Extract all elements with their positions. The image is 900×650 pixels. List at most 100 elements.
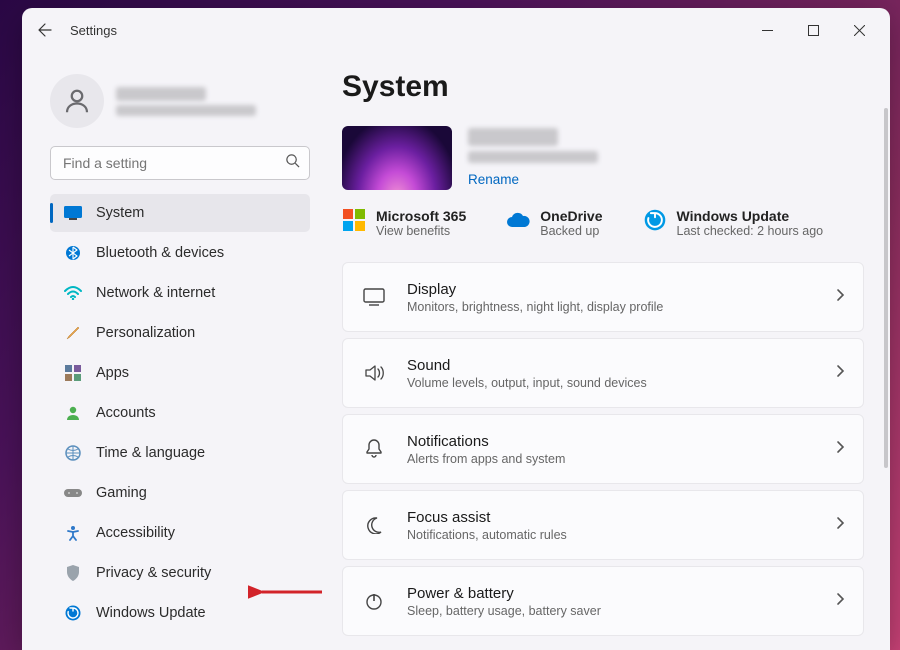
sidebar-item-label: Windows Update bbox=[96, 605, 206, 621]
card-title: Power & battery bbox=[407, 585, 836, 602]
card-notifications[interactable]: Notifications Alerts from apps and system bbox=[342, 414, 864, 484]
paintbrush-icon bbox=[64, 324, 82, 342]
person-icon bbox=[62, 86, 92, 116]
card-title: Notifications bbox=[407, 433, 836, 450]
device-hero: Rename bbox=[342, 126, 864, 190]
status-title: Windows Update bbox=[677, 208, 824, 224]
card-title: Display bbox=[407, 281, 836, 298]
sidebar-item-system[interactable]: System bbox=[50, 194, 310, 232]
globe-clock-icon bbox=[64, 444, 82, 462]
card-focus-assist[interactable]: Focus assist Notifications, automatic rul… bbox=[342, 490, 864, 560]
accounts-icon bbox=[64, 404, 82, 422]
avatar bbox=[50, 74, 104, 128]
profile-text bbox=[116, 87, 256, 116]
chevron-right-icon bbox=[836, 440, 845, 459]
window-controls bbox=[744, 14, 882, 46]
card-display[interactable]: Display Monitors, brightness, night light… bbox=[342, 262, 864, 332]
sidebar-nav: System Bluetooth & devices Network & int… bbox=[50, 194, 310, 632]
app-title: Settings bbox=[70, 23, 117, 38]
sidebar-item-label: Time & language bbox=[96, 445, 205, 461]
profile-block[interactable] bbox=[50, 74, 310, 128]
wifi-icon bbox=[64, 284, 82, 302]
sidebar-item-label: Gaming bbox=[96, 485, 147, 501]
update-status-icon bbox=[643, 208, 667, 232]
back-button[interactable] bbox=[30, 15, 60, 45]
sidebar-item-gaming[interactable]: Gaming bbox=[50, 474, 310, 512]
sidebar-item-personalization[interactable]: Personalization bbox=[50, 314, 310, 352]
system-icon bbox=[64, 204, 82, 222]
microsoft-logo-icon bbox=[342, 208, 366, 232]
card-sub: Notifications, automatic rules bbox=[407, 528, 836, 542]
gaming-icon bbox=[64, 484, 82, 502]
sidebar: System Bluetooth & devices Network & int… bbox=[22, 52, 322, 650]
chevron-right-icon bbox=[836, 364, 845, 383]
accessibility-icon bbox=[64, 524, 82, 542]
update-icon bbox=[64, 604, 82, 622]
card-sound[interactable]: SoundVolume levels, output, input, sound… bbox=[342, 338, 864, 408]
status-row: Microsoft 365View benefits OneDriveBacke… bbox=[342, 208, 864, 238]
minimize-icon bbox=[762, 25, 773, 36]
display-icon bbox=[361, 284, 387, 310]
card-title: Focus assist bbox=[407, 509, 836, 526]
sidebar-item-network[interactable]: Network & internet bbox=[50, 274, 310, 312]
card-sub: Alerts from apps and system bbox=[407, 452, 836, 466]
sidebar-item-label: Privacy & security bbox=[96, 565, 211, 581]
chevron-right-icon bbox=[836, 592, 845, 611]
search-wrap bbox=[50, 146, 310, 180]
power-icon bbox=[361, 588, 387, 614]
status-onedrive[interactable]: OneDriveBacked up bbox=[506, 208, 602, 238]
sidebar-item-label: System bbox=[96, 205, 144, 221]
search-input[interactable] bbox=[50, 146, 310, 180]
settings-cards: Display Monitors, brightness, night light… bbox=[342, 262, 864, 636]
chevron-right-icon bbox=[836, 516, 845, 535]
sound-icon bbox=[361, 360, 387, 386]
rename-link[interactable]: Rename bbox=[468, 172, 598, 187]
status-ms365[interactable]: Microsoft 365View benefits bbox=[342, 208, 466, 238]
card-sub: Sleep, battery usage, battery saver bbox=[407, 604, 836, 618]
card-power-battery[interactable]: Power & battery Sleep, battery usage, bat… bbox=[342, 566, 864, 636]
status-sub: Backed up bbox=[540, 224, 602, 238]
desktop-thumbnail[interactable] bbox=[342, 126, 452, 190]
sidebar-item-accounts[interactable]: Accounts bbox=[50, 394, 310, 432]
close-button[interactable] bbox=[836, 14, 882, 46]
search-icon bbox=[285, 153, 300, 173]
card-sub: Monitors, brightness, night light, displ… bbox=[407, 300, 836, 314]
profile-name-redacted bbox=[116, 87, 206, 101]
maximize-icon bbox=[808, 25, 819, 36]
main-panel: System Rename Microsoft 365View benefits… bbox=[322, 52, 890, 650]
sidebar-item-apps[interactable]: Apps bbox=[50, 354, 310, 392]
settings-window: Settings bbox=[22, 8, 890, 650]
device-name-redacted bbox=[468, 128, 558, 146]
page-title: System bbox=[342, 70, 864, 104]
bell-icon bbox=[361, 436, 387, 462]
sidebar-item-accessibility[interactable]: Accessibility bbox=[50, 514, 310, 552]
chevron-right-icon bbox=[836, 288, 845, 307]
onedrive-icon bbox=[506, 208, 530, 232]
card-title: Sound bbox=[407, 357, 836, 374]
close-icon bbox=[854, 25, 865, 36]
sidebar-item-label: Accounts bbox=[96, 405, 156, 421]
sidebar-item-privacy[interactable]: Privacy & security bbox=[50, 554, 310, 592]
apps-icon bbox=[64, 364, 82, 382]
sidebar-item-windows-update[interactable]: Windows Update bbox=[50, 594, 310, 632]
status-title: Microsoft 365 bbox=[376, 208, 466, 224]
status-sub: Last checked: 2 hours ago bbox=[677, 224, 824, 238]
sidebar-item-label: Apps bbox=[96, 365, 129, 381]
titlebar: Settings bbox=[22, 8, 890, 52]
sidebar-item-label: Network & internet bbox=[96, 285, 215, 301]
shield-icon bbox=[64, 564, 82, 582]
scrollbar[interactable] bbox=[884, 108, 888, 468]
sidebar-item-bluetooth[interactable]: Bluetooth & devices bbox=[50, 234, 310, 272]
status-title: OneDrive bbox=[540, 208, 602, 224]
sidebar-item-time-language[interactable]: Time & language bbox=[50, 434, 310, 472]
minimize-button[interactable] bbox=[744, 14, 790, 46]
moon-icon bbox=[361, 512, 387, 538]
sidebar-item-label: Personalization bbox=[96, 325, 195, 341]
status-windows-update[interactable]: Windows UpdateLast checked: 2 hours ago bbox=[643, 208, 824, 238]
sidebar-item-label: Bluetooth & devices bbox=[96, 245, 224, 261]
back-arrow-icon bbox=[37, 22, 53, 38]
sidebar-item-label: Accessibility bbox=[96, 525, 175, 541]
maximize-button[interactable] bbox=[790, 14, 836, 46]
profile-email-redacted bbox=[116, 105, 256, 116]
status-sub: View benefits bbox=[376, 224, 466, 238]
